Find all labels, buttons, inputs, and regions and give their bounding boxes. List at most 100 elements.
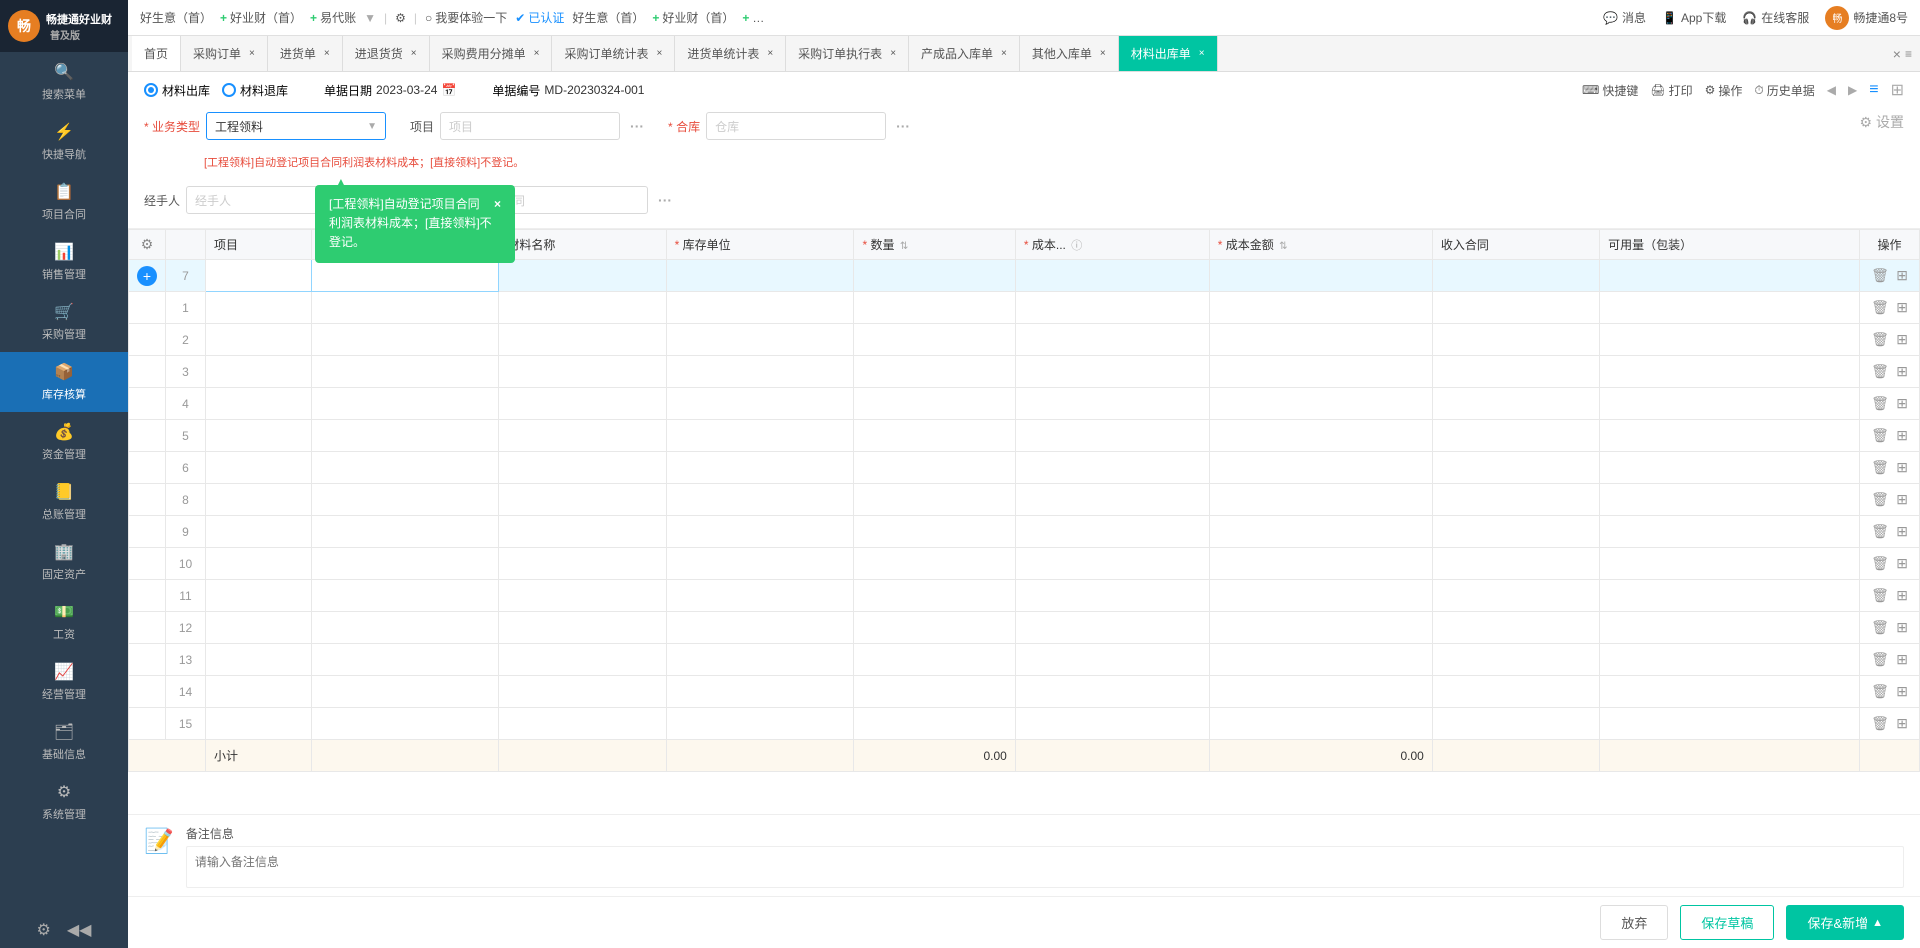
row-6-cost-amount[interactable] bbox=[1209, 452, 1432, 484]
row-7-delete-button[interactable]: 🗑 bbox=[1869, 265, 1891, 286]
project-more-icon[interactable]: ··· bbox=[630, 118, 644, 134]
add-row-button[interactable]: + bbox=[137, 266, 157, 286]
row-2-project[interactable] bbox=[206, 324, 312, 356]
row-7-code[interactable] bbox=[311, 260, 499, 292]
row-11-available[interactable] bbox=[1600, 580, 1860, 612]
tab-purchase-stats-close[interactable]: × bbox=[656, 48, 662, 59]
row-12-delete-button[interactable]: 🗑 bbox=[1869, 617, 1891, 638]
row-12-cost[interactable] bbox=[1015, 612, 1209, 644]
row-1-unit[interactable] bbox=[666, 292, 854, 324]
row-15-cost-amount[interactable] bbox=[1209, 708, 1432, 740]
row-5-cost[interactable] bbox=[1015, 420, 1209, 452]
row-15-qty[interactable] bbox=[854, 708, 1015, 740]
list-view-icon[interactable]: ≡ bbox=[1869, 81, 1878, 99]
row-6-contract[interactable] bbox=[1432, 452, 1599, 484]
row-12-unit[interactable] bbox=[666, 612, 854, 644]
row-3-qty[interactable] bbox=[854, 356, 1015, 388]
row-3-name[interactable] bbox=[499, 356, 666, 388]
topbar-easy-agent[interactable]: + 易代账 bbox=[310, 9, 356, 26]
row-8-delete-button[interactable]: 🗑 bbox=[1869, 489, 1891, 510]
row-3-contract[interactable] bbox=[1432, 356, 1599, 388]
row-15-code[interactable] bbox=[311, 708, 499, 740]
row-9-copy-button[interactable]: ⊞ bbox=[1894, 521, 1910, 542]
row-14-cost[interactable] bbox=[1015, 676, 1209, 708]
row-7-unit[interactable] bbox=[666, 260, 854, 292]
collapse-icon[interactable]: ◀◀ bbox=[67, 920, 92, 940]
settings-gear-icon[interactable]: ⚙ bbox=[395, 11, 406, 25]
tooltip-close-button[interactable]: × bbox=[494, 195, 501, 214]
sidebar-item-accounting[interactable]: 📒 总账管理 bbox=[0, 472, 128, 532]
row-6-available[interactable] bbox=[1600, 452, 1860, 484]
row-14-cost-amount[interactable] bbox=[1209, 676, 1432, 708]
row-11-cost-amount[interactable] bbox=[1209, 580, 1432, 612]
topbar-certified-good-finance[interactable]: + 好业财（首） bbox=[652, 9, 734, 26]
tab-other-inbound-close[interactable]: × bbox=[1100, 48, 1106, 59]
row-12-code[interactable] bbox=[311, 612, 499, 644]
row-1-name[interactable] bbox=[499, 292, 666, 324]
tab-purchase-expense-close[interactable]: × bbox=[534, 48, 540, 59]
note-input[interactable] bbox=[186, 846, 1904, 888]
row-11-copy-button[interactable]: ⊞ bbox=[1894, 585, 1910, 606]
row-13-qty[interactable] bbox=[854, 644, 1015, 676]
row-14-project[interactable] bbox=[206, 676, 312, 708]
sidebar-item-inventory[interactable]: 📦 库存核算 bbox=[0, 352, 128, 412]
sidebar-item-basic[interactable]: 🗂 基础信息 bbox=[0, 712, 128, 772]
row-2-code[interactable] bbox=[311, 324, 499, 356]
radio-material-return[interactable]: 材料退库 bbox=[222, 82, 288, 99]
operation-button[interactable]: ⚙ 操作 bbox=[1705, 82, 1743, 99]
row-6-delete-button[interactable]: 🗑 bbox=[1869, 457, 1891, 478]
row-13-available[interactable] bbox=[1600, 644, 1860, 676]
row-5-copy-button[interactable]: ⊞ bbox=[1894, 425, 1910, 446]
row-5-delete-button[interactable]: 🗑 bbox=[1869, 425, 1891, 446]
row-5-unit[interactable] bbox=[666, 420, 854, 452]
row-6-name[interactable] bbox=[499, 452, 666, 484]
row-11-project[interactable] bbox=[206, 580, 312, 612]
print-button[interactable]: 🖨 打印 bbox=[1650, 82, 1692, 99]
row-14-available[interactable] bbox=[1600, 676, 1860, 708]
tab-product-inbound-close[interactable]: × bbox=[1001, 48, 1007, 59]
row-12-qty[interactable] bbox=[854, 612, 1015, 644]
row-13-copy-button[interactable]: ⊞ bbox=[1894, 649, 1910, 670]
radio-material-outbound[interactable]: 材料出库 bbox=[144, 82, 210, 99]
topbar-good-business[interactable]: 好生意（首） bbox=[140, 9, 212, 26]
row-7-qty[interactable] bbox=[854, 260, 1015, 292]
row-7-cost-amount[interactable] bbox=[1209, 260, 1432, 292]
tab-close-all-icon[interactable]: × bbox=[1893, 46, 1901, 62]
row-2-cost-amount[interactable] bbox=[1209, 324, 1432, 356]
row-13-code[interactable] bbox=[311, 644, 499, 676]
grid-view-icon[interactable]: ⊞ bbox=[1891, 80, 1904, 100]
row-9-code[interactable] bbox=[311, 516, 499, 548]
row-4-cost[interactable] bbox=[1015, 388, 1209, 420]
row-8-project[interactable] bbox=[206, 484, 312, 516]
row-10-cost-amount[interactable] bbox=[1209, 548, 1432, 580]
row-10-delete-button[interactable]: 🗑 bbox=[1869, 553, 1891, 574]
row-4-contract[interactable] bbox=[1432, 388, 1599, 420]
row-3-available[interactable] bbox=[1600, 356, 1860, 388]
row-5-cost-amount[interactable] bbox=[1209, 420, 1432, 452]
row-13-name[interactable] bbox=[499, 644, 666, 676]
row-14-unit[interactable] bbox=[666, 676, 854, 708]
discard-button[interactable]: 放弃 bbox=[1600, 905, 1668, 940]
row-3-unit[interactable] bbox=[666, 356, 854, 388]
row-10-available[interactable] bbox=[1600, 548, 1860, 580]
settings-icon[interactable]: ⚙ bbox=[37, 920, 51, 940]
row-13-project[interactable] bbox=[206, 644, 312, 676]
row-9-cost-amount[interactable] bbox=[1209, 516, 1432, 548]
tab-inbound-return[interactable]: 进退货货 × bbox=[343, 36, 430, 72]
project-input[interactable]: 项目 bbox=[440, 112, 620, 140]
row-5-code[interactable] bbox=[311, 420, 499, 452]
shortcut-button[interactable]: ⌨ 快捷键 bbox=[1582, 82, 1638, 99]
row-2-name[interactable] bbox=[499, 324, 666, 356]
row-6-cost[interactable] bbox=[1015, 452, 1209, 484]
row-2-contract[interactable] bbox=[1432, 324, 1599, 356]
table-container[interactable]: ⚙ 项目 * 材料编码 材料名称 * 库存单位 bbox=[128, 229, 1920, 814]
row-9-delete-button[interactable]: 🗑 bbox=[1869, 521, 1891, 542]
topbar-certified[interactable]: ✔ 已认证 bbox=[515, 9, 564, 26]
row-4-available[interactable] bbox=[1600, 388, 1860, 420]
row-3-copy-button[interactable]: ⊞ bbox=[1894, 361, 1910, 382]
row-7-name[interactable] bbox=[499, 260, 666, 292]
row-4-cost-amount[interactable] bbox=[1209, 388, 1432, 420]
row-1-cost[interactable] bbox=[1015, 292, 1209, 324]
tab-material-outbound-close[interactable]: × bbox=[1199, 48, 1205, 59]
row-9-name[interactable] bbox=[499, 516, 666, 548]
